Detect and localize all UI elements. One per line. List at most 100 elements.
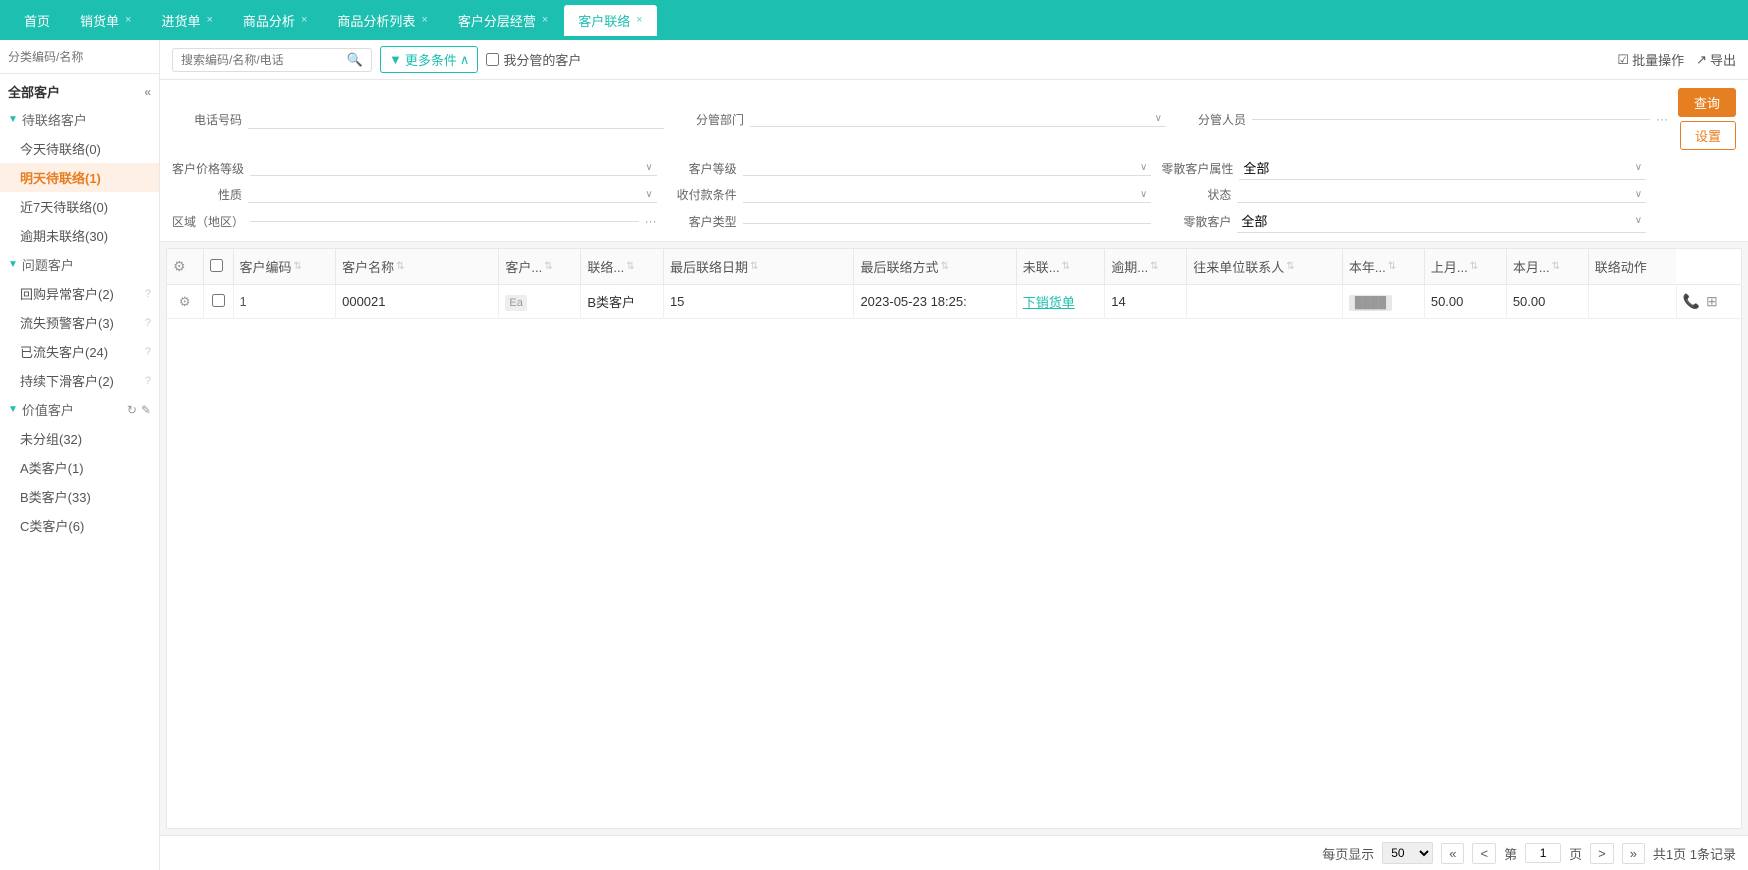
price-level-label: 客户价格等级: [172, 160, 244, 177]
region-label: 区域（地区）: [172, 213, 244, 230]
sidebar-group-value[interactable]: ▼ 价值客户 ↻ ✎: [0, 395, 159, 424]
my-customers-checkbox[interactable]: [486, 53, 499, 66]
more-conditions-button[interactable]: ▼ 更多条件 ∧: [380, 46, 478, 73]
my-customers-checkbox-area[interactable]: 我分管的客户: [486, 50, 581, 69]
sidebar-search-area: 🔍: [0, 40, 159, 74]
phone-input[interactable]: [248, 110, 664, 129]
page-label: 第: [1504, 844, 1517, 863]
sidebar-item-overdue-pending[interactable]: 逾期未联络(30): [0, 221, 159, 250]
sidebar-item-7days-pending[interactable]: 近7天待联络(0): [0, 192, 159, 221]
sort-icon[interactable]: ⇅: [544, 261, 552, 272]
sidebar-item-ungrouped[interactable]: 未分组(32): [0, 424, 159, 453]
sort-icon[interactable]: ⇅: [1388, 261, 1396, 272]
customer-type-select[interactable]: [743, 219, 1152, 224]
help-icon[interactable]: ?: [145, 346, 151, 358]
help-icon[interactable]: ?: [145, 288, 151, 300]
sidebar-item-today-pending[interactable]: 今天待联络(0): [0, 134, 159, 163]
nav-sales-order[interactable]: 销货单 ×: [66, 5, 145, 36]
sidebar-item-tomorrow-pending[interactable]: 明天待联络(1): [0, 163, 159, 192]
row-select-checkbox[interactable]: [212, 294, 225, 307]
refresh-icon[interactable]: ↻: [127, 403, 137, 417]
row-num: 1: [233, 285, 336, 319]
pagination-bar: 每页显示 50 100 200 « < 第 页 > » 共1页 1条记录: [160, 835, 1748, 870]
sidebar-item-churn-warning[interactable]: 流失预警客户(3) ?: [0, 308, 159, 337]
select-all-checkbox[interactable]: [210, 259, 223, 272]
sidebar-item-c-class[interactable]: C类客户(6): [0, 511, 159, 540]
chevron-down-icon: ∨: [645, 189, 652, 200]
nav-customer-layering[interactable]: 客户分层经营 ×: [444, 5, 562, 36]
next-page-button[interactable]: >: [1590, 843, 1614, 864]
sidebar-search-input[interactable]: [8, 50, 160, 64]
customer-type-label: 客户类型: [667, 213, 737, 230]
export-button[interactable]: ↗ 导出: [1696, 50, 1736, 69]
batch-ops-button[interactable]: ☑ 批量操作: [1617, 50, 1684, 69]
filter-cell-manager: 分管人员 ···: [1176, 111, 1668, 128]
sidebar-group-pending[interactable]: ▼ 待联络客户: [0, 105, 159, 134]
nav-product-analysis[interactable]: 商品分析 ×: [229, 5, 321, 36]
sort-icon[interactable]: ⇅: [626, 261, 634, 272]
page-input[interactable]: [1525, 843, 1561, 863]
search-icon[interactable]: 🔍: [347, 52, 363, 68]
help-icon[interactable]: ?: [145, 317, 151, 329]
filter-cell-region: 区域（地区） ···: [172, 213, 657, 230]
sort-icon[interactable]: ⇅: [1470, 261, 1478, 272]
sidebar-item-churned[interactable]: 已流失客户(24) ?: [0, 337, 159, 366]
close-icon[interactable]: ×: [636, 14, 642, 26]
sidebar-item-b-class[interactable]: B类客户(33): [0, 482, 159, 511]
settings-icon[interactable]: ⚙: [173, 258, 186, 274]
chevron-down-icon: ∨: [1635, 189, 1642, 200]
prev-page-button[interactable]: <: [1472, 843, 1496, 864]
close-icon[interactable]: ×: [542, 14, 548, 26]
sort-icon[interactable]: ⇅: [1062, 261, 1070, 272]
ellipsis-icon[interactable]: ···: [1656, 112, 1668, 126]
query-button[interactable]: 查询: [1678, 88, 1736, 117]
close-icon[interactable]: ×: [125, 14, 131, 26]
sidebar-item-a-class[interactable]: A类客户(1): [0, 453, 159, 482]
edit-icon[interactable]: ✎: [141, 403, 151, 417]
close-icon[interactable]: ×: [206, 14, 212, 26]
call-icon[interactable]: 📞: [1683, 293, 1700, 310]
triangle-icon: ▼: [8, 404, 18, 415]
nature-select[interactable]: ∨: [248, 187, 657, 203]
sort-icon[interactable]: ⇅: [750, 261, 758, 272]
sort-icon[interactable]: ⇅: [1286, 261, 1294, 272]
sidebar-item-declining[interactable]: 持续下滑客户(2) ?: [0, 366, 159, 395]
row-overdue: [1187, 285, 1343, 319]
scatter-attr-select[interactable]: 全部 ∨: [1239, 156, 1646, 180]
scatter-attr-label: 零散客户属性: [1161, 160, 1233, 177]
sort-icon[interactable]: ⇅: [396, 261, 404, 272]
sort-icon[interactable]: ⇅: [1552, 261, 1560, 272]
contact-method-link[interactable]: 下销货单: [1023, 295, 1075, 310]
sort-icon[interactable]: ⇅: [294, 261, 302, 272]
search-input[interactable]: [181, 53, 343, 67]
close-icon[interactable]: ×: [301, 14, 307, 26]
row-this-year: 50.00: [1424, 285, 1506, 319]
last-page-button[interactable]: »: [1622, 843, 1645, 864]
qr-icon[interactable]: ⊞: [1706, 293, 1718, 310]
sort-icon[interactable]: ⇅: [1150, 261, 1158, 272]
sidebar-group-problem[interactable]: ▼ 问题客户: [0, 250, 159, 279]
filter-cell-payment: 收付款条件 ∨: [667, 186, 1152, 203]
payment-select[interactable]: ∨: [743, 187, 1152, 203]
filter-toolbar: 🔍 ▼ 更多条件 ∧ 我分管的客户 ☑ 批量操作 ↗ 导出: [160, 40, 1748, 80]
collapse-icon[interactable]: «: [144, 85, 151, 99]
sidebar-item-repurchase-abnormal[interactable]: 回购异常客户(2) ?: [0, 279, 159, 308]
scatter-customer-select[interactable]: 全部 ∨: [1237, 209, 1646, 233]
customer-level-select[interactable]: ∨: [743, 160, 1152, 176]
filter-cell-dept: 分管部门 ∨: [674, 111, 1166, 128]
nav-customer-contact[interactable]: 客户联络 ×: [564, 5, 656, 36]
per-page-select[interactable]: 50 100 200: [1382, 842, 1433, 864]
btn-column: 查询 设置: [1678, 88, 1736, 150]
nav-home[interactable]: 首页: [10, 5, 64, 36]
close-icon[interactable]: ×: [421, 14, 427, 26]
sort-icon[interactable]: ⇅: [940, 261, 948, 272]
nav-purchase-order[interactable]: 进货单 ×: [147, 5, 226, 36]
first-page-button[interactable]: «: [1441, 843, 1464, 864]
dept-select[interactable]: ∨: [750, 111, 1166, 127]
status-select[interactable]: ∨: [1237, 187, 1646, 203]
nav-product-analysis-list[interactable]: 商品分析列表 ×: [323, 5, 441, 36]
ellipsis-icon[interactable]: ···: [645, 214, 657, 228]
help-icon[interactable]: ?: [145, 375, 151, 387]
price-level-select[interactable]: ∨: [250, 160, 657, 176]
set-button[interactable]: 设置: [1680, 121, 1736, 150]
